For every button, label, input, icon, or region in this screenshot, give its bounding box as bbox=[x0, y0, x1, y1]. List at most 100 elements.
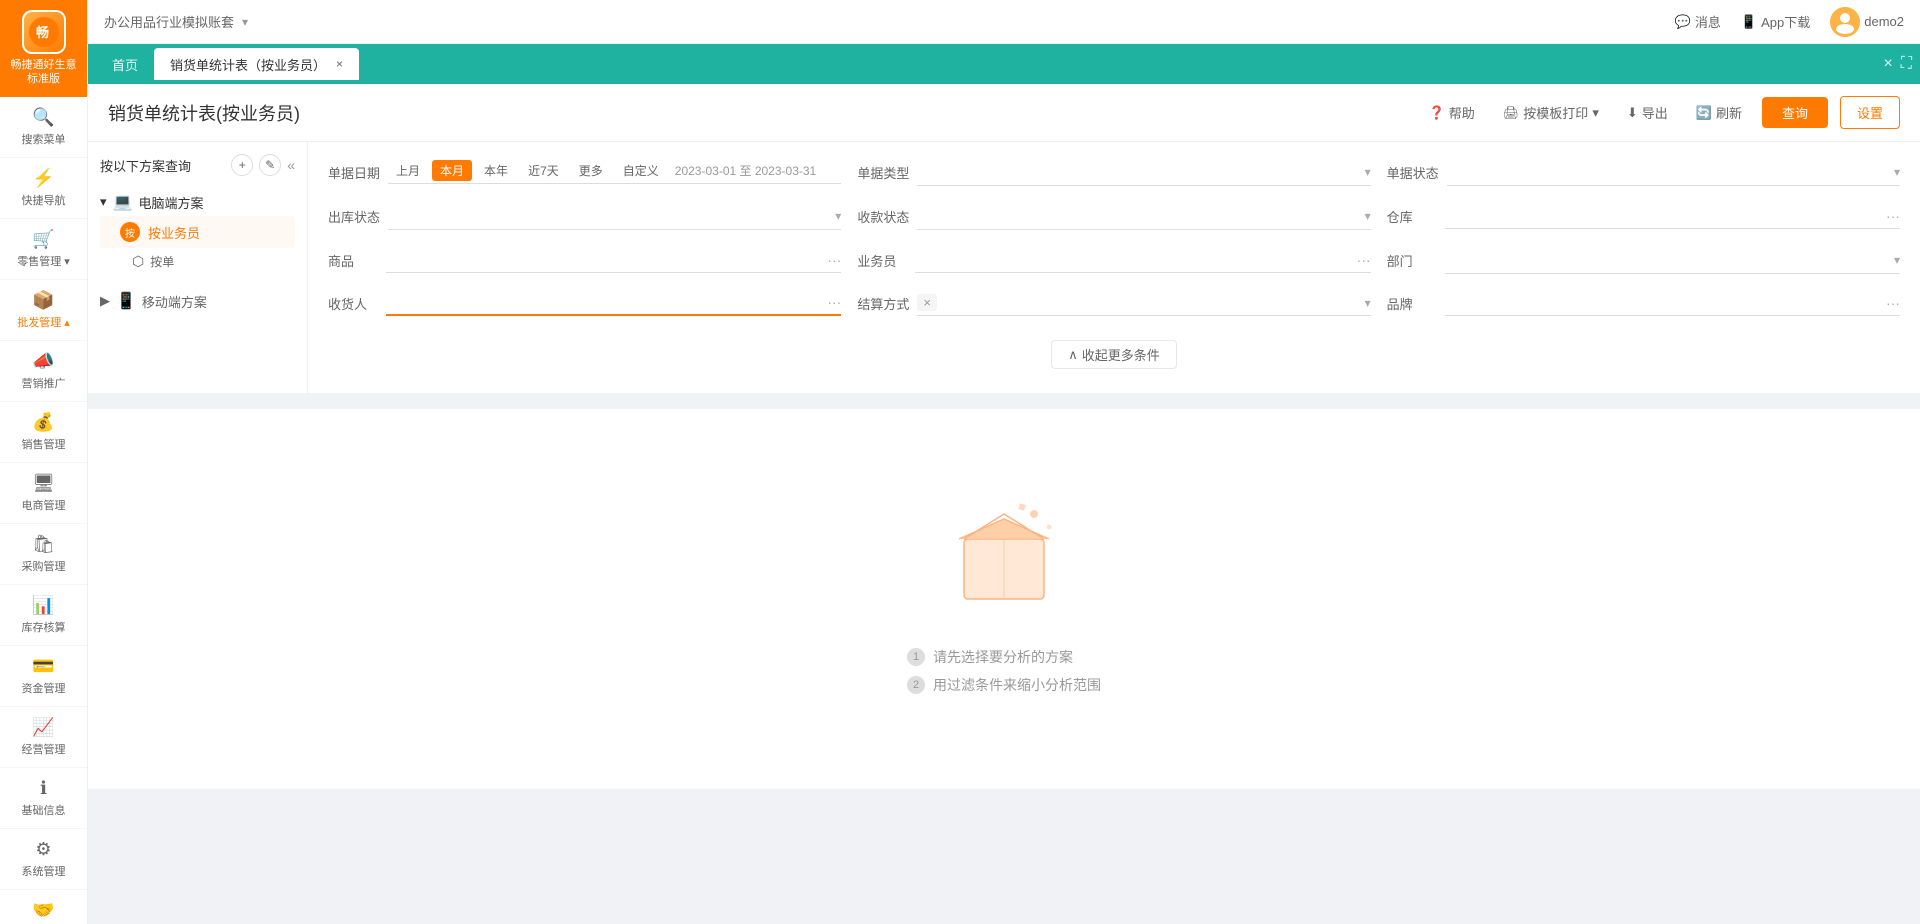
doc-status-dropdown[interactable]: ▾ bbox=[1447, 158, 1900, 186]
date-filter: 上月 本月 本年 近7天 更多 自定义 2023-03-01 至 2023-03… bbox=[388, 160, 841, 181]
scheme-panel-title: 按以下方案查询 bbox=[100, 156, 191, 175]
brand-input[interactable]: ··· bbox=[1445, 291, 1900, 316]
app-download-button[interactable]: 📱 App下载 bbox=[1741, 12, 1810, 31]
refresh-button[interactable]: 🔄 刷新 bbox=[1688, 99, 1750, 126]
filter-item-pay-status: 收款状态 ▾ bbox=[857, 202, 1370, 230]
search-menu-icon: 🔍 bbox=[32, 107, 54, 128]
collapse-conditions-button[interactable]: ∧ 收起更多条件 bbox=[1051, 340, 1177, 369]
date-btn-last-month[interactable]: 上月 bbox=[388, 160, 428, 181]
tab-home[interactable]: 首页 bbox=[96, 48, 154, 80]
user-menu[interactable]: demo2 bbox=[1830, 7, 1904, 37]
sidebar-item-basic-info[interactable]: ℹ 基础信息 bbox=[0, 768, 87, 829]
scheme-group-header-desktop[interactable]: ▾ 💻 电脑端方案 bbox=[100, 188, 295, 216]
sidebar-item-operations[interactable]: 📈 经营管理 bbox=[0, 707, 87, 768]
filter-item-doc-status: 单据状态 ▾ bbox=[1387, 158, 1900, 186]
setting-button[interactable]: 设置 bbox=[1840, 96, 1900, 129]
warehouse-label: 仓库 bbox=[1387, 207, 1437, 226]
template-print-button[interactable]: 🖨 按模板打印 ▾ bbox=[1495, 99, 1607, 126]
breadcrumb: 办公用品行业模拟账套 bbox=[104, 12, 234, 31]
app-download-icon: 📱 bbox=[1741, 14, 1757, 30]
goods-dots: ··· bbox=[827, 252, 841, 268]
sidebar-item-retail[interactable]: 🛒 零售管理 ▾ bbox=[0, 219, 87, 280]
warehouse-input[interactable]: ··· bbox=[1445, 204, 1900, 229]
settlement-tags: × bbox=[917, 294, 1360, 311]
message-button[interactable]: 💬 消息 bbox=[1675, 12, 1721, 31]
sub-scheme-item-by-order[interactable]: ⬡ 按单 bbox=[100, 248, 295, 275]
pay-status-arrow: ▾ bbox=[1365, 209, 1371, 223]
sidebar-item-ecommerce[interactable]: 🖥 电商管理 bbox=[0, 463, 87, 524]
doc-type-dropdown[interactable]: ▾ bbox=[917, 158, 1370, 186]
sidebar-item-inventory[interactable]: 📊 库存核算 bbox=[0, 585, 87, 646]
date-btn-custom[interactable]: 自定义 bbox=[615, 160, 667, 181]
wholesale-icon: 📦 bbox=[32, 290, 54, 311]
retail-icon: 🛒 bbox=[32, 229, 54, 250]
tab-close-button[interactable]: × bbox=[336, 57, 343, 71]
group-arrow-icon: ▶ bbox=[100, 293, 110, 309]
tag-x-close[interactable]: × bbox=[923, 295, 931, 310]
sidebar-item-finance[interactable]: 💳 资金管理 bbox=[0, 646, 87, 707]
scheme-collapse-button[interactable]: « bbox=[287, 157, 295, 173]
help-button[interactable]: ❓ 帮助 bbox=[1421, 99, 1483, 126]
scheme-edit-button[interactable]: ✎ bbox=[259, 154, 281, 176]
scheme-add-button[interactable]: + bbox=[231, 154, 253, 176]
sidebar-navigation: 🔍 搜索菜单 ⚡ 快捷导航 🛒 零售管理 ▾ 📦 批发管理 ▴ 📣 营销推广 💰 bbox=[0, 97, 87, 924]
hint-num-2: 2 bbox=[907, 676, 925, 694]
filter-panel: 单据日期 上月 本月 本年 近7天 更多 自定义 2023-03-01 至 20… bbox=[308, 142, 1920, 393]
sales-icon: 💰 bbox=[32, 412, 54, 433]
settlement-label: 结算方式 bbox=[857, 294, 909, 313]
scheme-panel: 按以下方案查询 + ✎ « ▾ 💻 电脑端 bbox=[88, 142, 308, 393]
marketing-icon: 📣 bbox=[32, 351, 54, 372]
export-button[interactable]: ⬇ 导出 bbox=[1619, 99, 1676, 126]
dept-dropdown[interactable]: ▾ bbox=[1445, 246, 1900, 274]
divider bbox=[88, 393, 1920, 401]
window-close-button[interactable]: × bbox=[1883, 55, 1892, 73]
hint-num-1: 1 bbox=[907, 648, 925, 666]
page-title: 销货单统计表(按业务员) bbox=[108, 100, 300, 126]
date-btn-this-month[interactable]: 本月 bbox=[432, 160, 472, 181]
tab-sales-stat[interactable]: 销货单统计表（按业务员） × bbox=[154, 48, 359, 80]
query-button[interactable]: 查询 bbox=[1762, 97, 1828, 128]
empty-hints: 1 请先选择要分析的方案 2 用过滤条件来缩小分析范围 bbox=[907, 643, 1101, 699]
sidebar-item-search[interactable]: 🔍 搜索菜单 bbox=[0, 97, 87, 158]
settlement-tag-item: × bbox=[917, 294, 937, 311]
salesperson-dots: ··· bbox=[1357, 252, 1371, 268]
sidebar-item-system[interactable]: ⚙ 系统管理 bbox=[0, 829, 87, 890]
collapse-row: ∧ 收起更多条件 bbox=[328, 332, 1900, 377]
sidebar-item-marketing[interactable]: 📣 营销推广 bbox=[0, 341, 87, 402]
salesperson-input[interactable]: ··· bbox=[915, 248, 1370, 273]
topbar-left: 办公用品行业模拟账套 ▾ bbox=[104, 12, 248, 31]
hint-item-1: 1 请先选择要分析的方案 bbox=[907, 643, 1101, 671]
message-icon: 💬 bbox=[1675, 14, 1691, 30]
out-status-arrow: ▾ bbox=[835, 209, 841, 223]
date-btn-more[interactable]: 更多 bbox=[571, 160, 611, 181]
main-content: 办公用品行业模拟账套 ▾ 💬 消息 📱 App下载 demo2 bbox=[88, 0, 1920, 924]
page-actions: ❓ 帮助 🖨 按模板打印 ▾ ⬇ 导出 🔄 刷新 bbox=[1421, 96, 1900, 129]
brand-dots: ··· bbox=[1886, 295, 1900, 311]
sidebar-item-quick-nav[interactable]: ⚡ 快捷导航 bbox=[0, 158, 87, 219]
collapse-icon: ∧ bbox=[1068, 347, 1078, 363]
goods-input[interactable]: ··· bbox=[386, 248, 841, 273]
tabbar-right: × ⛶ bbox=[1883, 55, 1912, 73]
date-range-display: 2023-03-01 至 2023-03-31 bbox=[675, 162, 816, 179]
sidebar-item-wholesale[interactable]: 📦 批发管理 ▴ bbox=[0, 280, 87, 341]
basic-info-icon: ℹ bbox=[40, 778, 47, 799]
consignee-input[interactable]: ··· bbox=[386, 290, 841, 316]
date-btn-this-year[interactable]: 本年 bbox=[476, 160, 516, 181]
operations-icon: 📈 bbox=[32, 717, 54, 738]
system-icon: ⚙ bbox=[35, 839, 51, 860]
pay-status-dropdown[interactable]: ▾ bbox=[917, 202, 1370, 230]
date-btn-last7[interactable]: 近7天 bbox=[520, 160, 567, 181]
scheme-item-by-salesperson[interactable]: 按 按业务员 bbox=[100, 216, 295, 248]
breadcrumb-dropdown[interactable]: ▾ bbox=[242, 15, 248, 29]
page-content: 销货单统计表(按业务员) ❓ 帮助 🖨 按模板打印 ▾ ⬇ 导出 bbox=[88, 84, 1920, 924]
sidebar-item-purchase[interactable]: 🛍 采购管理 bbox=[0, 524, 87, 585]
svg-text:畅: 畅 bbox=[36, 25, 49, 40]
warehouse-dots: ··· bbox=[1886, 208, 1900, 224]
sidebar-item-enterprise[interactable]: 🤝 企业协同 bbox=[0, 890, 87, 924]
settlement-control[interactable]: × ▾ bbox=[917, 290, 1370, 316]
scheme-group-header-mobile[interactable]: ▶ 📱 移动端方案 bbox=[100, 287, 295, 315]
edit-icon: ✎ bbox=[265, 158, 275, 172]
window-expand-button[interactable]: ⛶ bbox=[1901, 55, 1912, 73]
out-status-dropdown[interactable]: ▾ bbox=[388, 202, 841, 230]
sidebar-item-sales[interactable]: 💰 销售管理 bbox=[0, 402, 87, 463]
